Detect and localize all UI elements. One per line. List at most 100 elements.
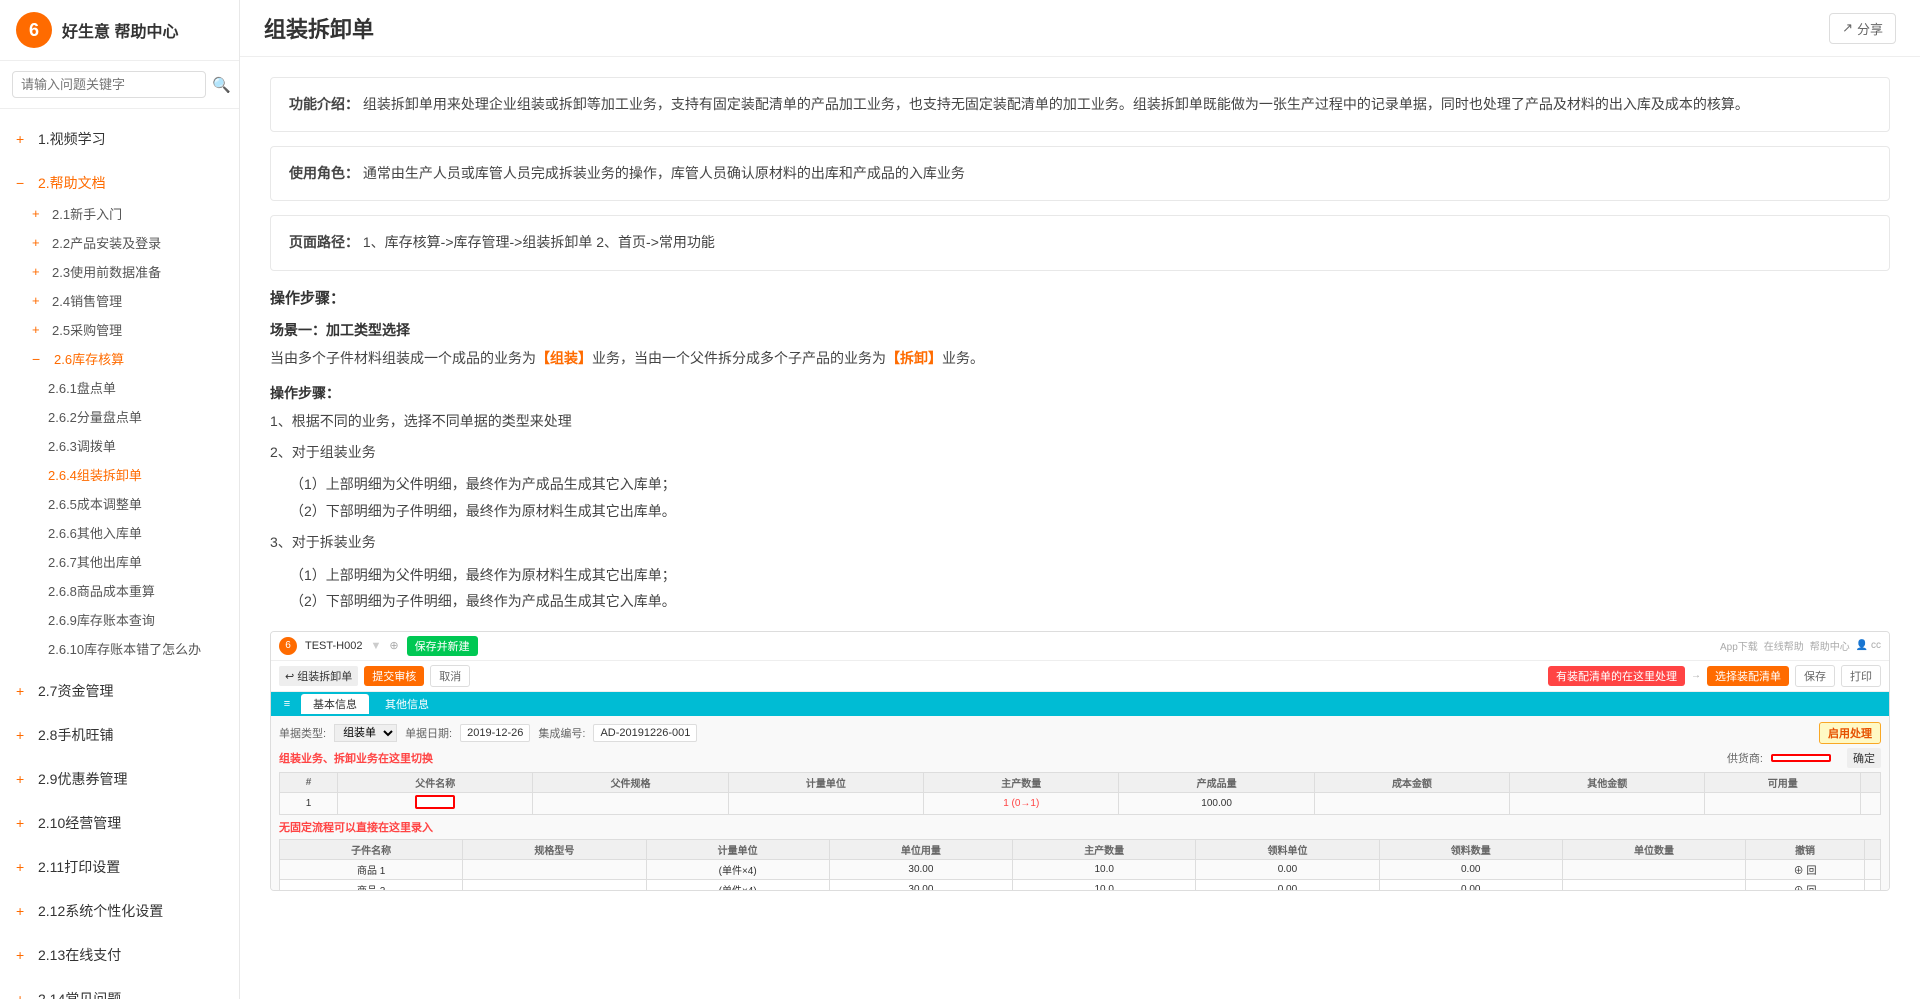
role-block: 使用角色： 通常由生产人员或库管人员完成拆装业务的操作，库管人员确认原材料的出库… (270, 146, 1890, 201)
step3-1: （1）上部明细为父件明细，最终作为原材料生成其它出库单； (270, 562, 1890, 589)
search-input[interactable] (12, 71, 206, 98)
step3: 3、对于拆装业务 (270, 530, 1890, 555)
sidebar-item-2-11[interactable]: + 2.11打印设置 (0, 851, 239, 883)
sidebar-item-2-13[interactable]: + 2.13在线支付 (0, 939, 239, 971)
sidebar-item-2-12[interactable]: + 2.12系统个性化设置 (0, 895, 239, 927)
ss-assembly-note: 有装配清单的在这里处理 (1548, 666, 1685, 686)
ss-other-btn: 保存 (1795, 665, 1835, 687)
step2: 2、对于组装业务 (270, 440, 1890, 465)
role-label: 使用角色： (289, 165, 359, 181)
expand-icon-2-12: + (16, 903, 32, 919)
scene1-desc: 当由多个子件材料组装成一个成品的业务为【组装】业务，当由一个父件拆分成多个子产品… (270, 346, 1890, 371)
ss-other-btn2: 打印 (1841, 665, 1881, 687)
sidebar-item-2-8[interactable]: + 2.8手机旺铺 (0, 719, 239, 751)
share-button[interactable]: ↗ 分享 (1829, 13, 1896, 44)
sidebar-item-2-6-9[interactable]: 2.6.9库存账本查询 (0, 605, 239, 634)
ss-lower-table: 子件名称 规格型号 计量单位 单位用量 主产数量 领料单位 领料数量 单位数量 … (279, 839, 1881, 890)
sidebar-item-2-7[interactable]: + 2.7资金管理 (0, 675, 239, 707)
sidebar-item-2-6-4[interactable]: 2.6.4组装拆卸单 (0, 460, 239, 489)
nav-section-2-9: + 2.9优惠券管理 (0, 757, 239, 801)
expand-icon-2-13: + (16, 947, 32, 963)
ss-cancel-btn: 取消 (430, 665, 470, 687)
share-icon: ↗ (1842, 20, 1853, 36)
sidebar-item-2-5[interactable]: + 2.5采购管理 (0, 315, 239, 344)
expand-icon-2-2: + (32, 235, 46, 250)
logo-area: 6 好生意 帮助中心 (0, 0, 239, 61)
expand-icon-2-14: + (16, 991, 32, 999)
nav-section-2-8: + 2.8手机旺铺 (0, 713, 239, 757)
ss-form-content: 单据类型: 组装单 拆卸单 单据日期: 2019-12-26 集成编号: AD-… (271, 716, 1889, 890)
sidebar-item-2-6[interactable]: − 2.6库存核算 (0, 344, 239, 373)
path-label: 页面路径： (289, 234, 359, 250)
page-header: 组装拆卸单 ↗ 分享 (240, 0, 1920, 57)
table-row: 商品 1(单件×4)30.0010.00.000.00⊕ 回 (280, 859, 1881, 879)
expand-icon-2-8: + (16, 727, 32, 743)
sidebar-item-2-10[interactable]: + 2.10经营管理 (0, 807, 239, 839)
ss-process-note: 启用处理 (1819, 722, 1881, 744)
sidebar-label-2: 2.帮助文档 (38, 173, 106, 193)
expand-icon-2-4: + (32, 293, 46, 308)
sidebar-item-2-6-8[interactable]: 2.6.8商品成本重算 (0, 576, 239, 605)
nav-section-2-12: + 2.12系统个性化设置 (0, 889, 239, 933)
sidebar-item-2-6-6[interactable]: 2.6.6其他入库单 (0, 518, 239, 547)
sidebar-item-2-9[interactable]: + 2.9优惠券管理 (0, 763, 239, 795)
ss-logo: 6 (279, 637, 297, 655)
sidebar-item-helpdoc[interactable]: − 2.帮助文档 (0, 167, 239, 199)
step2-2: （2）下部明细为子件明细，最终作为原材料生成其它出库单。 (270, 498, 1890, 525)
ops-title: 操作步骤： (270, 287, 1890, 308)
app-title: 好生意 帮助中心 (62, 18, 178, 42)
ss-nav-back: ↩ 组装拆卸单 (279, 666, 358, 686)
search-area: 🔍 (0, 61, 239, 109)
screenshot-inner: 6 TEST-H002 ▼ ⊕ 保存并新建 App下载 在线帮助 帮助中心 👤 … (271, 632, 1889, 890)
nav-section-1: + 1.视频学习 (0, 117, 239, 161)
ss-upper-note: 组装业务、拆卸业务在这里切换 (279, 750, 433, 766)
sidebar-item-2-6-3[interactable]: 2.6.3调拨单 (0, 431, 239, 460)
table-row: 1 1 (0→1) 100.00 (280, 792, 1881, 814)
ss-tab-basic: 基本信息 (301, 694, 369, 714)
ss-select-assembly-btn: 选择装配清单 (1707, 666, 1789, 686)
nav-section-2-10: + 2.10经营管理 (0, 801, 239, 845)
search-button[interactable]: 🔍 (212, 76, 231, 94)
sidebar-item-2-4[interactable]: + 2.4销售管理 (0, 286, 239, 315)
sidebar-item-2-14[interactable]: + 2.14常见问题 (0, 983, 239, 999)
step3-2: （2）下部明细为子件明细，最终作为产成品生成其它入库单。 (270, 588, 1890, 615)
path-block: 页面路径： 1、库存核算->库存管理->组装拆卸单 2、首页->常用功能 (270, 215, 1890, 270)
expand-icon-2-3: + (32, 264, 46, 279)
func-intro-block: 功能介绍： 组装拆卸单用来处理企业组装或拆卸等加工业务，支持有固定装配清单的产品… (270, 77, 1890, 132)
app-logo: 6 (16, 12, 52, 48)
sidebar-item-video[interactable]: + 1.视频学习 (0, 123, 239, 155)
ss-upper-table: # 父件名称 父件规格 计量单位 主产数量 产成品量 成本金额 其他金额 可用量 (279, 772, 1881, 815)
page-title: 组装拆卸单 (264, 12, 374, 44)
ss-test-id: TEST-H002 (305, 640, 362, 652)
expand-icon-1: + (16, 131, 32, 147)
nav-section-2-14: + 2.14常见问题 (0, 977, 239, 999)
expand-icon-2-9: + (16, 771, 32, 787)
ops-steps-subtitle: 操作步骤： (270, 383, 1890, 403)
sidebar-item-2-3[interactable]: + 2.3使用前数据准备 (0, 257, 239, 286)
ss-no-field: AD-20191226-001 (593, 724, 697, 742)
sidebar-item-2-6-10[interactable]: 2.6.10库存账本错了怎么办 (0, 634, 239, 663)
ss-lower-note: 无固定流程可以直接在这里录入 (279, 819, 1881, 835)
step1: 1、根据不同的业务，选择不同单据的类型来处理 (270, 409, 1890, 434)
sidebar-item-2-6-7[interactable]: 2.6.7其他出库单 (0, 547, 239, 576)
ss-type-select: 组装单 拆卸单 (334, 724, 397, 742)
ss-toolbar: ↩ 组装拆卸单 提交审核 取消 有装配清单的在这里处理 → 选择装配清单 保存 … (271, 661, 1889, 692)
ss-save-btn: 保存并新建 (407, 636, 478, 656)
sidebar-label-1: 1.视频学习 (38, 129, 106, 149)
func-intro-label: 功能介绍： (289, 96, 359, 112)
ss-submit-btn: 提交审核 (364, 666, 424, 686)
sidebar-item-2-6-5[interactable]: 2.6.5成本调整单 (0, 489, 239, 518)
nav-section-2: − 2.帮助文档 + 2.1新手入门 + 2.2产品安装及登录 + 2.3使用前… (0, 161, 239, 669)
nav-sub-items-2: + 2.1新手入门 + 2.2产品安装及登录 + 2.3使用前数据准备 + 2.… (0, 199, 239, 663)
sidebar-item-2-2[interactable]: + 2.2产品安装及登录 (0, 228, 239, 257)
content-area: 功能介绍： 组装拆卸单用来处理企业组装或拆卸等加工业务，支持有固定装配清单的产品… (240, 57, 1920, 999)
nav-area: + 1.视频学习 − 2.帮助文档 + 2.1新手入门 + 2.2产品安装及登录 (0, 109, 239, 999)
expand-icon-2-5: + (32, 322, 46, 337)
sidebar-item-2-6-1[interactable]: 2.6.1盘点单 (0, 373, 239, 402)
role-text: 通常由生产人员或库管人员完成拆装业务的操作，库管人员确认原材料的出库和产成品的入… (363, 165, 965, 181)
sidebar-item-2-6-2[interactable]: 2.6.2分量盘点单 (0, 402, 239, 431)
collapse-icon-2-6: − (32, 351, 48, 367)
sidebar-item-2-1[interactable]: + 2.1新手入门 (0, 199, 239, 228)
expand-icon-2-11: + (16, 859, 32, 875)
ss-confirm-btn: 确定 (1847, 748, 1881, 768)
